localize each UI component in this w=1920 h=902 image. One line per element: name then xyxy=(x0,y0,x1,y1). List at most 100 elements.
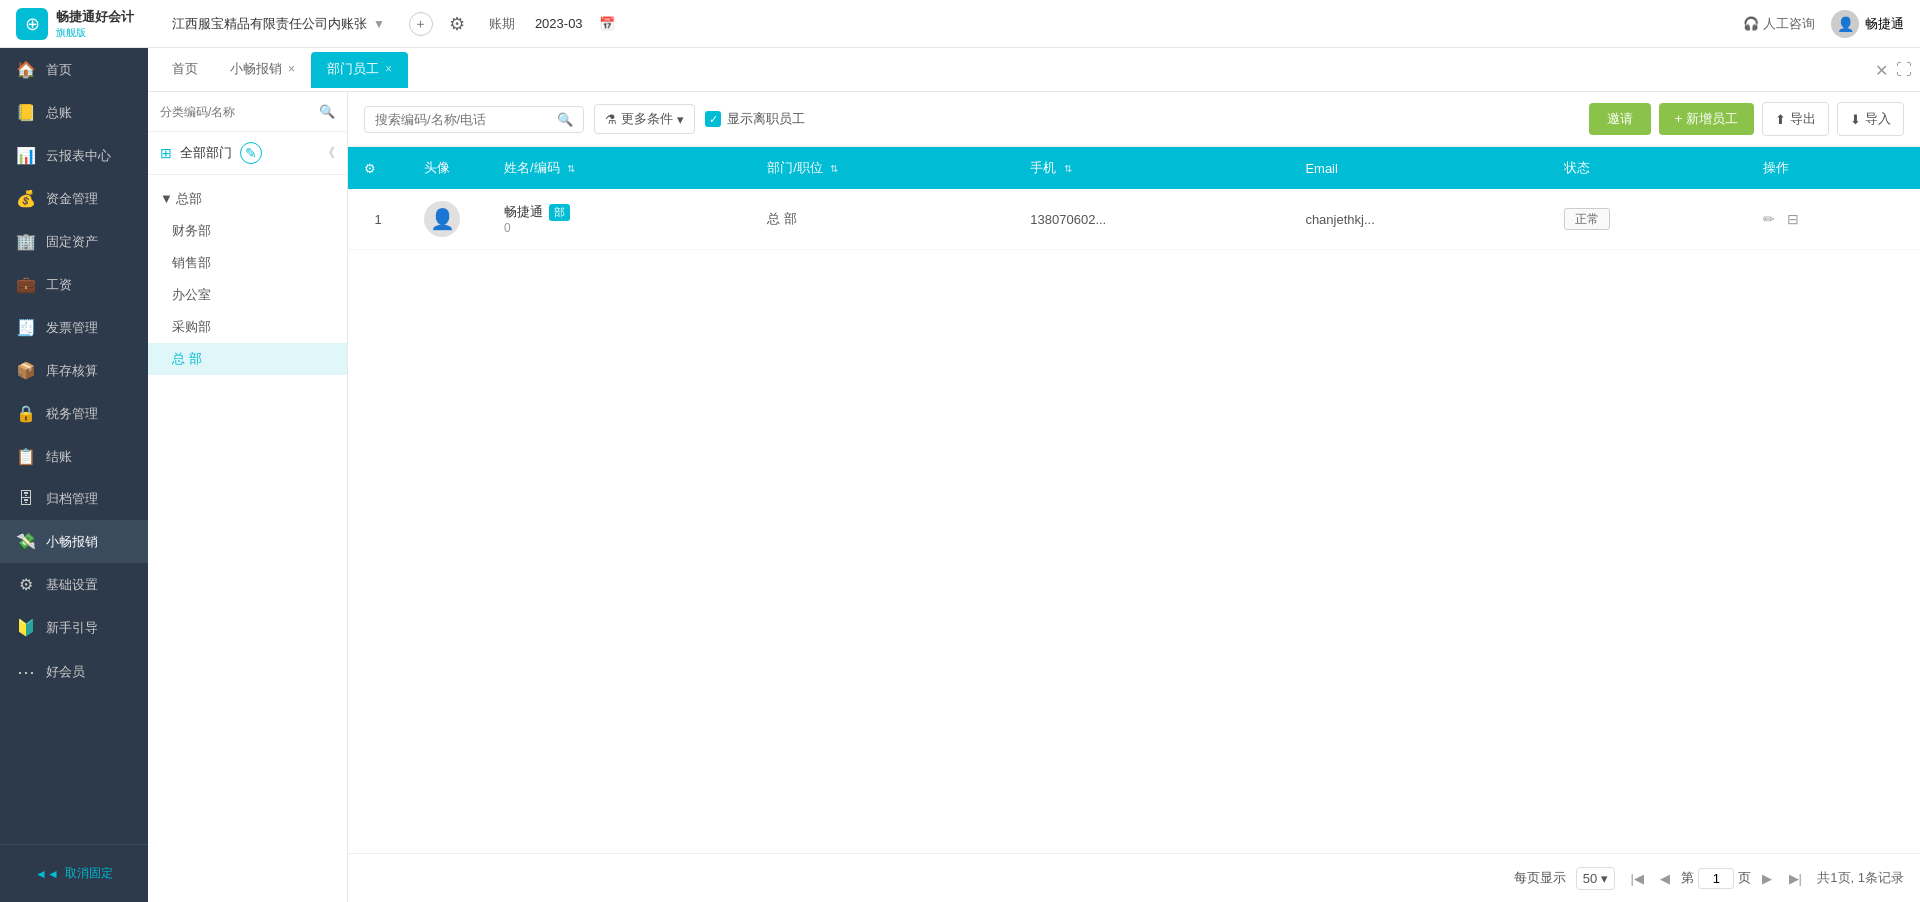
dept-item-finance[interactable]: 财务部 xyxy=(148,215,347,247)
sidebar-label-more: 好会员 xyxy=(46,663,85,681)
per-page-select[interactable]: 50 ▾ xyxy=(1576,867,1615,890)
dept-item-office[interactable]: 办公室 xyxy=(148,279,347,311)
sidebar-label-invoice: 发票管理 xyxy=(46,319,98,337)
invoice-icon: 🧾 xyxy=(16,318,36,337)
next-page-button[interactable]: ▶ xyxy=(1755,866,1779,890)
archive-icon: 🗄 xyxy=(16,490,36,508)
import-button[interactable]: ⬇ 导入 xyxy=(1837,102,1904,136)
sidebar-item-fixed-assets[interactable]: 🏢 固定资产 xyxy=(0,220,148,263)
content-area: 首页 小畅报销 × 部门员工 × ✕ ⛶ 🔍 xyxy=(148,48,1920,902)
show-resigned-toggle[interactable]: ✓ 显示离职员工 xyxy=(705,110,805,128)
tab-xiaochang-report[interactable]: 小畅报销 × xyxy=(214,52,311,88)
logo-text: 畅捷通好会计 旗舰版 xyxy=(56,8,134,40)
page-content: 🔍 ⊞ 全部部门 ✎ 《 ▼ 总部 财务部 xyxy=(148,92,1920,902)
user-area[interactable]: 👤 畅捷通 xyxy=(1831,10,1904,38)
sidebar-label-archive: 归档管理 xyxy=(46,490,98,508)
dept-item-purchase[interactable]: 采购部 xyxy=(148,311,347,343)
row-dept: 总 部 xyxy=(751,189,1014,250)
dept-item-general[interactable]: 总 部 xyxy=(148,343,347,375)
sidebar-label-basic-settings: 基础设置 xyxy=(46,576,98,594)
support-label: 人工咨询 xyxy=(1763,15,1815,33)
invite-button[interactable]: 邀请 xyxy=(1589,103,1651,135)
edit-employee-button[interactable]: ✏ xyxy=(1763,211,1775,227)
more-actions-button[interactable]: ⊟ xyxy=(1787,211,1799,227)
sidebar-item-general-ledger[interactable]: 📒 总账 xyxy=(0,91,148,134)
add-employee-button[interactable]: + 新增员工 xyxy=(1659,103,1754,135)
more-filter-button[interactable]: ⚗ 更多条件 ▾ xyxy=(594,104,695,134)
tab-xiaochang-close[interactable]: × xyxy=(288,62,295,76)
xiaochang-icon: 💸 xyxy=(16,532,36,551)
prev-page-button[interactable]: ◀ xyxy=(1653,866,1677,890)
row-email: chanjethkj... xyxy=(1289,189,1547,250)
settings-icon[interactable]: ⚙ xyxy=(449,13,465,35)
import-label: 导入 xyxy=(1865,110,1891,128)
company-selector[interactable]: 江西服宝精品有限责任公司内账张 ▼ xyxy=(164,11,393,37)
dept-collapse-button[interactable]: 《 xyxy=(322,144,335,162)
tab-dept-label: 部门员工 xyxy=(327,60,379,78)
employee-table: ⚙ 头像 姓名/编码 ⇅ 部门/职位 ⇅ 手机 ⇅ Email 状态 操作 xyxy=(348,147,1920,853)
toolbar-right: 邀请 + 新增员工 ⬆ 导出 ⬇ 导入 xyxy=(1589,102,1904,136)
employee-search-icon[interactable]: 🔍 xyxy=(557,112,573,127)
sidebar-item-fund[interactable]: 💰 资金管理 xyxy=(0,177,148,220)
sidebar-item-invoice[interactable]: 🧾 发票管理 xyxy=(0,306,148,349)
tab-actions: ✕ ⛶ xyxy=(1875,60,1912,79)
dept-search-input[interactable] xyxy=(160,105,313,119)
dept-office-label: 办公室 xyxy=(172,287,211,302)
col-mobile[interactable]: 手机 ⇅ xyxy=(1014,147,1289,189)
dept-root-item[interactable]: ▼ 总部 xyxy=(148,183,347,215)
sidebar-item-basic-settings[interactable]: ⚙ 基础设置 xyxy=(0,563,148,606)
home-icon: 🏠 xyxy=(16,60,36,79)
sidebar-item-reports[interactable]: 📊 云报表中心 xyxy=(0,134,148,177)
col-settings[interactable]: ⚙ xyxy=(348,147,408,189)
basic-settings-icon: ⚙ xyxy=(16,575,36,594)
sidebar-label-xiaochang: 小畅报销 xyxy=(46,533,98,551)
sidebar-label-home: 首页 xyxy=(46,61,72,79)
cancel-fixed-button[interactable]: ◄◄ 取消固定 xyxy=(0,855,148,892)
sidebar-item-newbie[interactable]: 🔰 新手引导 xyxy=(0,606,148,649)
col-name-code[interactable]: 姓名/编码 ⇅ xyxy=(488,147,751,189)
col-avatar: 头像 xyxy=(408,147,488,189)
row-actions: ✏ ⊟ xyxy=(1747,189,1920,250)
sidebar-label-salary: 工资 xyxy=(46,276,72,294)
col-dept-position[interactable]: 部门/职位 ⇅ xyxy=(751,147,1014,189)
close-window-button[interactable]: ✕ xyxy=(1875,60,1888,79)
row-avatar-cell: 👤 xyxy=(408,189,488,250)
last-page-button[interactable]: ▶| xyxy=(1783,866,1807,890)
page-number-input[interactable] xyxy=(1698,868,1734,889)
export-button[interactable]: ⬆ 导出 xyxy=(1762,102,1829,136)
checkout-icon: 📋 xyxy=(16,447,36,466)
tab-home-label: 首页 xyxy=(172,60,198,78)
reports-icon: 📊 xyxy=(16,146,36,165)
show-resigned-checkbox[interactable]: ✓ xyxy=(705,111,721,127)
first-page-button[interactable]: |◀ xyxy=(1625,866,1649,890)
export-label: 导出 xyxy=(1790,110,1816,128)
dept-grid-icon: ⊞ xyxy=(160,145,172,161)
sidebar-item-more[interactable]: ⋯ 好会员 xyxy=(0,649,148,695)
expand-window-button[interactable]: ⛶ xyxy=(1896,61,1912,79)
calendar-icon[interactable]: 📅 xyxy=(599,16,615,31)
support-button[interactable]: 🎧 人工咨询 xyxy=(1743,15,1815,33)
dept-search-icon[interactable]: 🔍 xyxy=(319,104,335,119)
cancel-fixed-label: 取消固定 xyxy=(65,865,113,882)
sidebar-item-xiaochang[interactable]: 💸 小畅报销 xyxy=(0,520,148,563)
dept-item-sales[interactable]: 销售部 xyxy=(148,247,347,279)
status-badge: 正常 xyxy=(1564,208,1610,230)
sidebar-item-tax[interactable]: 🔒 税务管理 xyxy=(0,392,148,435)
page-unit: 页 xyxy=(1738,869,1751,887)
toolbar: 🔍 ⚗ 更多条件 ▾ ✓ 显示离职员工 邀请 + 新增员工 xyxy=(348,92,1920,147)
sidebar-item-archive[interactable]: 🗄 归档管理 xyxy=(0,478,148,520)
sidebar-item-inventory[interactable]: 📦 库存核算 xyxy=(0,349,148,392)
employee-search-input[interactable] xyxy=(375,112,551,127)
tab-dept-close[interactable]: × xyxy=(385,62,392,76)
sidebar-item-home[interactable]: 🏠 首页 xyxy=(0,48,148,91)
tab-dept-employee[interactable]: 部门员工 × xyxy=(311,52,408,88)
header-right: 🎧 人工咨询 👤 畅捷通 xyxy=(1743,10,1904,38)
filter-label: 更多条件 xyxy=(621,110,673,128)
add-company-button[interactable]: ＋ xyxy=(409,12,433,36)
col-email: Email xyxy=(1289,147,1547,189)
sidebar-item-salary[interactable]: 💼 工资 xyxy=(0,263,148,306)
add-dept-button[interactable]: ✎ xyxy=(240,142,262,164)
sidebar-item-checkout[interactable]: 📋 结账 xyxy=(0,435,148,478)
tab-home[interactable]: 首页 xyxy=(156,52,214,88)
sidebar: 🏠 首页 📒 总账 📊 云报表中心 💰 资金管理 🏢 固定资产 💼 工资 🧾 发… xyxy=(0,48,148,902)
